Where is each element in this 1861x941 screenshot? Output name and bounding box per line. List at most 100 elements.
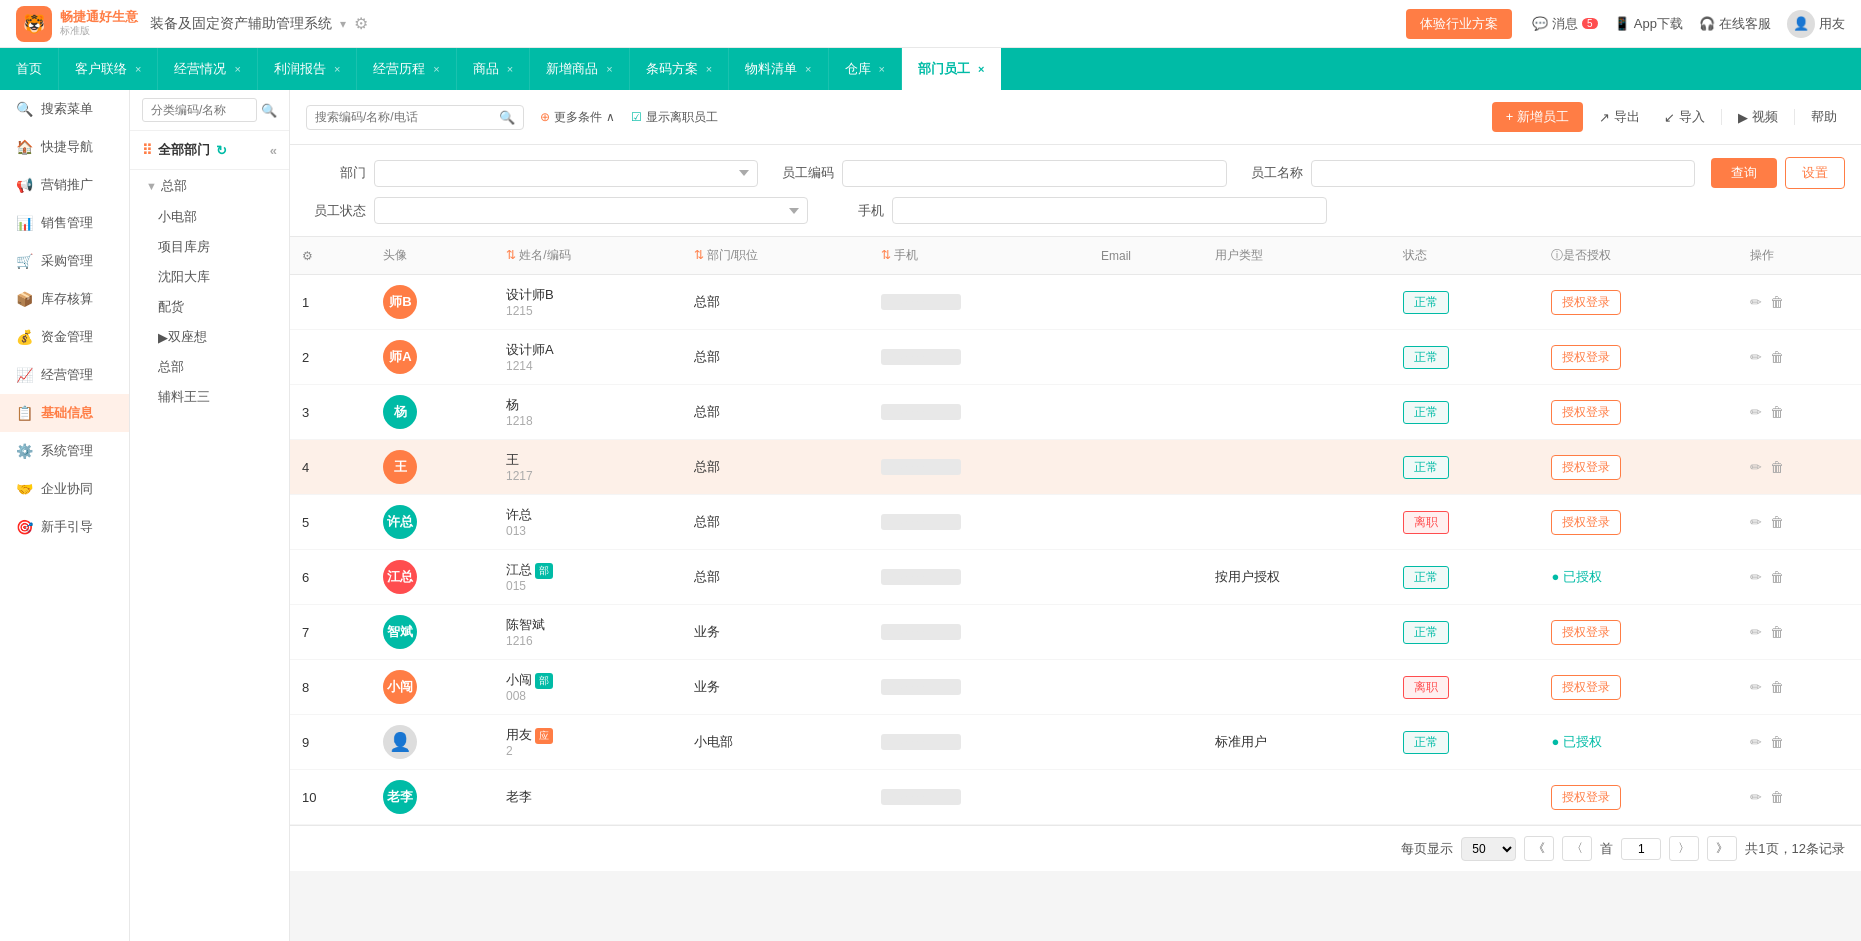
authorize-button[interactable]: 授权登录 bbox=[1551, 675, 1621, 700]
query-button[interactable]: 查询 bbox=[1711, 158, 1777, 188]
app-download-action[interactable]: 📱 App下载 bbox=[1614, 15, 1683, 33]
authorize-button[interactable]: 授权登录 bbox=[1551, 290, 1621, 315]
employee-code-input[interactable] bbox=[842, 160, 1226, 187]
nav-item-仓库[interactable]: 仓库× bbox=[829, 48, 902, 90]
sidebar-item-营销推广[interactable]: 📢营销推广 bbox=[0, 166, 129, 204]
dept-item-项目库房[interactable]: 项目库房 bbox=[130, 232, 289, 262]
delete-icon[interactable]: 🗑 bbox=[1770, 569, 1784, 585]
close-icon[interactable]: × bbox=[334, 63, 340, 75]
sidebar-item-新手引导[interactable]: 🎯新手引导 bbox=[0, 508, 129, 546]
sort-icon[interactable]: ⇅ bbox=[881, 248, 891, 262]
next-page-button[interactable]: 〉 bbox=[1669, 836, 1699, 861]
delete-icon[interactable]: 🗑 bbox=[1770, 349, 1784, 365]
phone-input[interactable] bbox=[892, 197, 1326, 224]
prev-page-button[interactable]: 〈 bbox=[1562, 836, 1592, 861]
collapse-icon[interactable]: « bbox=[270, 143, 277, 158]
sidebar-item-资金管理[interactable]: 💰资金管理 bbox=[0, 318, 129, 356]
user-action[interactable]: 👤 用友 bbox=[1787, 10, 1845, 38]
sidebar-item-采购管理[interactable]: 🛒采购管理 bbox=[0, 242, 129, 280]
nav-item-商品[interactable]: 商品× bbox=[457, 48, 530, 90]
edit-icon[interactable]: ✏ bbox=[1750, 679, 1762, 695]
page-size-select[interactable]: 50 100 bbox=[1461, 837, 1516, 861]
delete-icon[interactable]: 🗑 bbox=[1770, 404, 1784, 420]
authorize-button[interactable]: 授权登录 bbox=[1551, 345, 1621, 370]
edit-icon[interactable]: ✏ bbox=[1750, 734, 1762, 750]
close-icon[interactable]: × bbox=[978, 63, 984, 75]
close-icon[interactable]: × bbox=[433, 63, 439, 75]
settings-icon[interactable]: ⚙ bbox=[354, 14, 368, 33]
edit-icon[interactable]: ✏ bbox=[1750, 349, 1762, 365]
nav-item-新增商品[interactable]: 新增商品× bbox=[530, 48, 629, 90]
authorize-button[interactable]: 授权登录 bbox=[1551, 510, 1621, 535]
sidebar-item-经营管理[interactable]: 📈经营管理 bbox=[0, 356, 129, 394]
dropdown-arrow-icon[interactable]: ▾ bbox=[340, 17, 346, 31]
close-icon[interactable]: × bbox=[706, 63, 712, 75]
dept-item-辅料王三[interactable]: 辅料王三 bbox=[130, 382, 289, 412]
help-button[interactable]: 帮助 bbox=[1803, 103, 1845, 131]
message-action[interactable]: 💬 消息 5 bbox=[1532, 15, 1598, 33]
close-icon[interactable]: × bbox=[805, 63, 811, 75]
delete-icon[interactable]: 🗑 bbox=[1770, 789, 1784, 805]
authorize-button[interactable]: 授权登录 bbox=[1551, 400, 1621, 425]
dept-item-沈阳大库[interactable]: 沈阳大库 bbox=[130, 262, 289, 292]
close-icon[interactable]: × bbox=[135, 63, 141, 75]
sort-icon[interactable]: ⇅ bbox=[506, 248, 516, 262]
nav-item-部门员工[interactable]: 部门员工× bbox=[902, 48, 1001, 90]
dept-item-总部[interactable]: ▼总部 bbox=[130, 170, 289, 202]
search-input[interactable] bbox=[315, 110, 495, 124]
edit-icon[interactable]: ✏ bbox=[1750, 624, 1762, 640]
sidebar-item-企业协同[interactable]: 🤝企业协同 bbox=[0, 470, 129, 508]
sidebar-item-系统管理[interactable]: ⚙️系统管理 bbox=[0, 432, 129, 470]
edit-icon[interactable]: ✏ bbox=[1750, 294, 1762, 310]
import-button[interactable]: ↙ 导入 bbox=[1656, 103, 1713, 131]
authorize-button[interactable]: 授权登录 bbox=[1551, 455, 1621, 480]
employee-status-select[interactable] bbox=[374, 197, 808, 224]
authorize-button[interactable]: 授权登录 bbox=[1551, 785, 1621, 810]
edit-icon[interactable]: ✏ bbox=[1750, 459, 1762, 475]
dept-select[interactable] bbox=[374, 160, 758, 187]
first-page-button[interactable]: 《 bbox=[1524, 836, 1554, 861]
edit-icon[interactable]: ✏ bbox=[1750, 569, 1762, 585]
page-number-input[interactable] bbox=[1621, 838, 1661, 860]
authorize-button[interactable]: 授权登录 bbox=[1551, 620, 1621, 645]
dept-search-input[interactable] bbox=[142, 98, 257, 122]
add-employee-button[interactable]: + 新增员工 bbox=[1492, 102, 1583, 132]
nav-item-经营情况[interactable]: 经营情况× bbox=[158, 48, 257, 90]
employee-name-input[interactable] bbox=[1311, 160, 1695, 187]
close-icon[interactable]: × bbox=[879, 63, 885, 75]
delete-icon[interactable]: 🗑 bbox=[1770, 624, 1784, 640]
nav-item-经营历程[interactable]: 经营历程× bbox=[357, 48, 456, 90]
nav-item-客户联络[interactable]: 客户联络× bbox=[59, 48, 158, 90]
edit-icon[interactable]: ✏ bbox=[1750, 404, 1762, 420]
sidebar-item-快捷导航[interactable]: 🏠快捷导航 bbox=[0, 128, 129, 166]
dept-item-总部[interactable]: 总部 bbox=[130, 352, 289, 382]
delete-icon[interactable]: 🗑 bbox=[1770, 679, 1784, 695]
view-button[interactable]: ▶ 视频 bbox=[1730, 103, 1786, 131]
trial-button[interactable]: 体验行业方案 bbox=[1406, 9, 1512, 39]
close-icon[interactable]: × bbox=[234, 63, 240, 75]
close-icon[interactable]: × bbox=[507, 63, 513, 75]
dept-item-小电部[interactable]: 小电部 bbox=[130, 202, 289, 232]
export-button[interactable]: ↗ 导出 bbox=[1591, 103, 1648, 131]
sidebar-item-库存核算[interactable]: 📦库存核算 bbox=[0, 280, 129, 318]
dept-item-双座想[interactable]: ▶双座想 bbox=[130, 322, 289, 352]
edit-icon[interactable]: ✏ bbox=[1750, 789, 1762, 805]
delete-icon[interactable]: 🗑 bbox=[1770, 294, 1784, 310]
nav-item-首页[interactable]: 首页 bbox=[0, 48, 59, 90]
close-icon[interactable]: × bbox=[606, 63, 612, 75]
nav-item-物料清单[interactable]: 物料清单× bbox=[729, 48, 828, 90]
nav-item-条码方案[interactable]: 条码方案× bbox=[630, 48, 729, 90]
delete-icon[interactable]: 🗑 bbox=[1770, 459, 1784, 475]
sidebar-item-销售管理[interactable]: 📊销售管理 bbox=[0, 204, 129, 242]
sidebar-item-基础信息[interactable]: 📋基础信息 bbox=[0, 394, 129, 432]
sort-icon[interactable]: ⇅ bbox=[694, 248, 704, 262]
more-filter-button[interactable]: ⊕ 更多条件 ∧ bbox=[532, 105, 623, 130]
settings-col-icon[interactable]: ⚙ bbox=[302, 249, 313, 263]
edit-icon[interactable]: ✏ bbox=[1750, 514, 1762, 530]
set-button[interactable]: 设置 bbox=[1785, 157, 1845, 189]
dept-item-配货[interactable]: 配货 bbox=[130, 292, 289, 322]
sidebar-item-搜索菜单[interactable]: 🔍搜索菜单 bbox=[0, 90, 129, 128]
last-page-button[interactable]: 》 bbox=[1707, 836, 1737, 861]
delete-icon[interactable]: 🗑 bbox=[1770, 734, 1784, 750]
nav-item-利润报告[interactable]: 利润报告× bbox=[258, 48, 357, 90]
